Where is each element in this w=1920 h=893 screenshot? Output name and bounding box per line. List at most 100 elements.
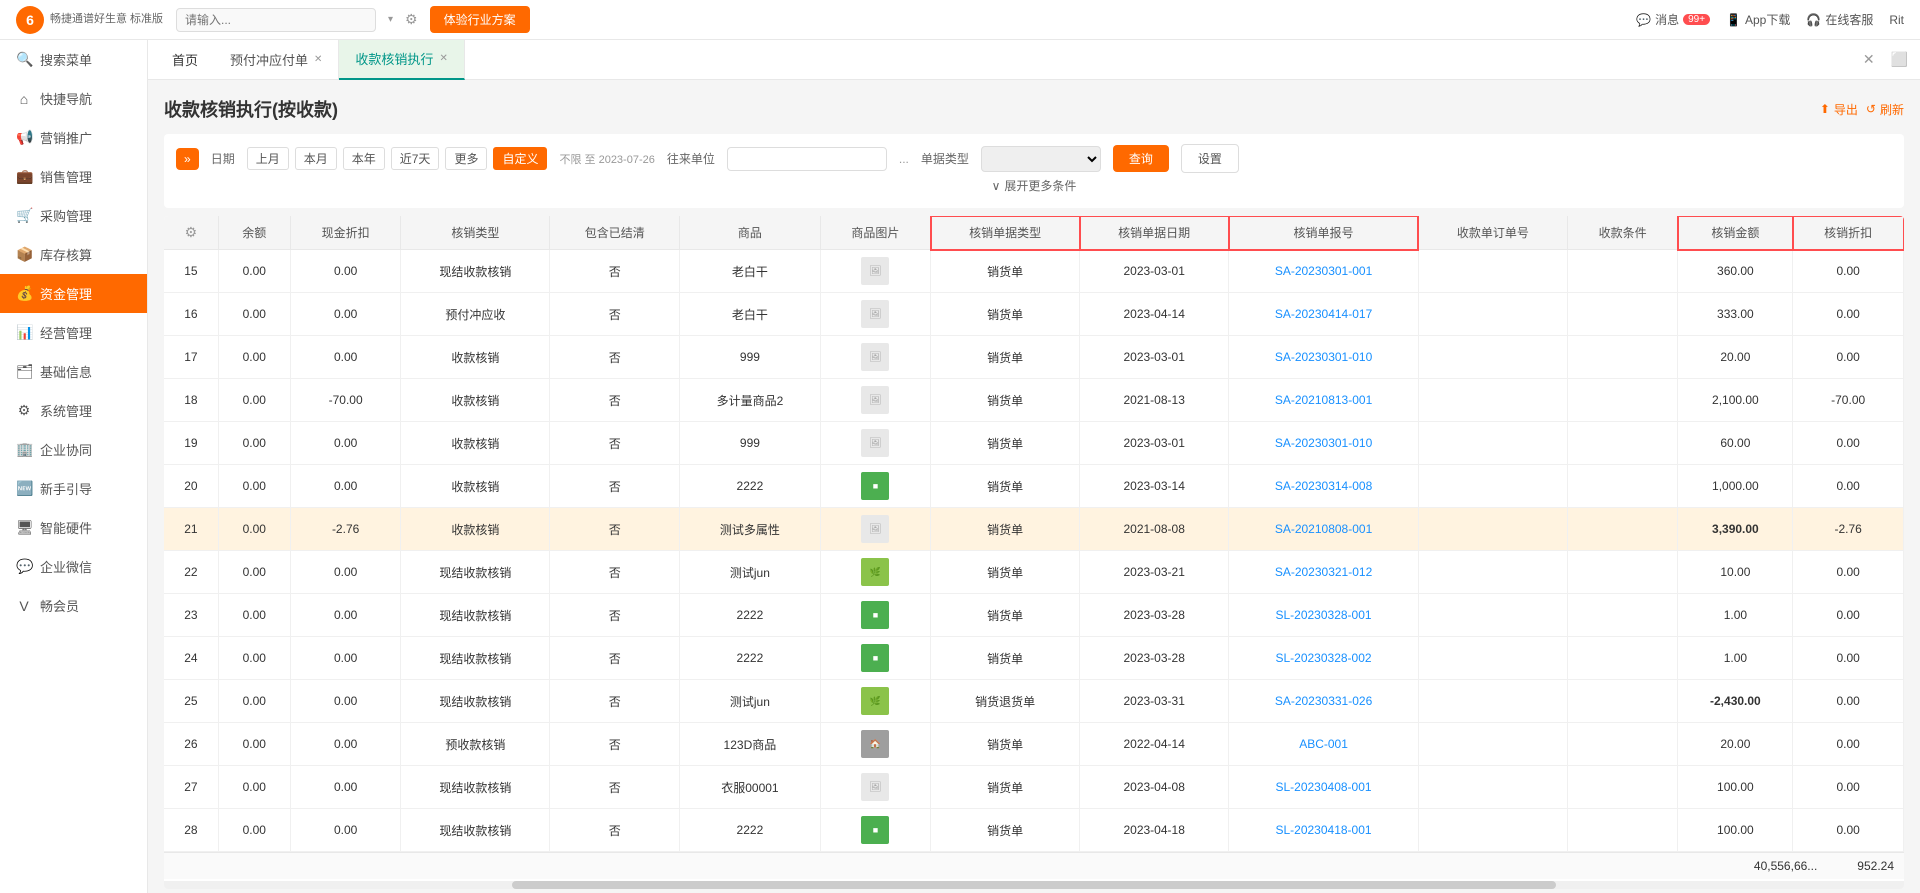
bill-no-link[interactable]: SA-20210808-001 <box>1275 522 1372 536</box>
date-btn-custom[interactable]: 自定义 <box>493 147 547 170</box>
top-bar-center: ▾ ⚙ 体验行业方案 <box>176 6 1624 33</box>
sidebar-label-search-menu: 搜索菜单 <box>40 50 92 69</box>
sidebar-item-purchase[interactable]: 🛒 采购管理 <box>0 196 147 235</box>
query-button[interactable]: 查询 <box>1113 145 1169 172</box>
write-off-discount: 0.00 <box>1793 680 1904 723</box>
inventory-icon: 📦 <box>16 246 32 263</box>
sidebar-item-system[interactable]: ⚙ 系统管理 <box>0 391 147 430</box>
single-type-select[interactable] <box>981 146 1101 172</box>
write-off-discount: 0.00 <box>1793 637 1904 680</box>
expand-conditions-button[interactable]: ∨ 展开更多条件 <box>992 177 1077 194</box>
write-off-bill-type: 销货单 <box>931 809 1080 852</box>
write-off-bill-date: 2023-03-28 <box>1080 637 1229 680</box>
orange-collapse-button[interactable]: » <box>176 148 199 170</box>
write-off-bill-no[interactable]: SL-20230408-001 <box>1229 766 1419 809</box>
from-unit-input[interactable] <box>727 147 887 171</box>
write-off-bill-type: 销货单 <box>931 293 1080 336</box>
write-off-bill-no[interactable]: SA-20230314-008 <box>1229 465 1419 508</box>
write-off-bill-no[interactable]: SA-20230301-010 <box>1229 336 1419 379</box>
sidebar-item-wechat[interactable]: 💬 企业微信 <box>0 547 147 586</box>
balance: 0.00 <box>218 594 290 637</box>
write-off-bill-no[interactable]: SA-20210808-001 <box>1229 508 1419 551</box>
sidebar-item-finance[interactable]: 💰 资金管理 <box>0 274 147 313</box>
maximize-icon[interactable]: ⬜ <box>1887 47 1912 72</box>
date-btn-last-month[interactable]: 上月 <box>247 147 289 170</box>
user-profile-button[interactable]: Rit <box>1889 13 1904 27</box>
write-off-bill-no[interactable]: SA-20230321-012 <box>1229 551 1419 594</box>
sidebar-item-marketing[interactable]: 📢 营销推广 <box>0 118 147 157</box>
sales-icon: 💼 <box>16 168 32 185</box>
close-window-icon[interactable]: ✕ <box>1859 47 1879 72</box>
sidebar-item-base-info[interactable]: 🗂 基础信息 <box>0 352 147 391</box>
receipt-order-no <box>1418 293 1567 336</box>
industry-solution-button[interactable]: 体验行业方案 <box>430 6 530 33</box>
write-off-bill-no[interactable]: SA-20230331-026 <box>1229 680 1419 723</box>
write-off-discount: 0.00 <box>1793 250 1904 293</box>
sidebar-item-guide[interactable]: 🆕 新手引导 <box>0 469 147 508</box>
sidebar-item-hardware[interactable]: 🖥 智能硬件 <box>0 508 147 547</box>
tab-collection-close-icon[interactable]: ✕ <box>439 53 447 64</box>
write-off-bill-no[interactable]: ABC-001 <box>1229 723 1419 766</box>
bill-no-link[interactable]: SL-20230408-001 <box>1275 780 1371 794</box>
row-id: 28 <box>164 809 218 852</box>
write-off-bill-no[interactable]: SA-20230301-001 <box>1229 250 1419 293</box>
tab-home[interactable]: 首页 <box>156 40 214 80</box>
search-input[interactable] <box>176 8 376 32</box>
sidebar-item-enterprise[interactable]: 🏢 企业协同 <box>0 430 147 469</box>
sidebar-item-quick-nav[interactable]: ⌂ 快捷导航 <box>0 79 147 118</box>
write-off-discount: 0.00 <box>1793 422 1904 465</box>
bill-no-link[interactable]: SA-20230414-017 <box>1275 307 1372 321</box>
dropdown-chevron-icon[interactable]: ▾ <box>388 14 393 25</box>
bill-no-link[interactable]: SA-20230301-010 <box>1275 350 1372 364</box>
write-off-bill-no[interactable]: SA-20230414-017 <box>1229 293 1419 336</box>
settings-icon[interactable]: ⚙ <box>405 11 418 28</box>
table-gear-icon[interactable]: ⚙ <box>185 224 198 240</box>
bill-no-link[interactable]: ABC-001 <box>1299 737 1348 751</box>
bill-no-link[interactable]: SA-20230314-008 <box>1275 479 1372 493</box>
bill-no-link[interactable]: SL-20230328-001 <box>1275 608 1371 622</box>
sidebar-item-operations[interactable]: 📊 经营管理 <box>0 313 147 352</box>
write-off-bill-type: 销货单 <box>931 723 1080 766</box>
date-btn-7days[interactable]: 近7天 <box>391 147 440 170</box>
table-scroll-thumb[interactable] <box>512 881 1556 889</box>
tab-prepay[interactable]: 预付冲应付单 ✕ <box>214 40 339 80</box>
balance: 0.00 <box>218 465 290 508</box>
write-off-bill-no[interactable]: SA-20210813-001 <box>1229 379 1419 422</box>
tab-prepay-label: 预付冲应付单 <box>230 50 308 69</box>
online-service-button[interactable]: 🎧 在线客服 <box>1806 11 1873 28</box>
table-settings-button[interactable]: 设置 <box>1181 144 1239 173</box>
sidebar-item-search-menu[interactable]: 🔍 搜索菜单 <box>0 40 147 79</box>
balance: 0.00 <box>218 551 290 594</box>
bill-no-link[interactable]: SA-20230331-026 <box>1275 694 1372 708</box>
tab-collection[interactable]: 收款核销执行 ✕ <box>339 40 464 80</box>
th-settings[interactable]: ⚙ <box>164 216 218 250</box>
bill-no-link[interactable]: SA-20210813-001 <box>1275 393 1372 407</box>
table-row: 190.000.00收款核销否999🖼销货单2023-03-01SA-20230… <box>164 422 1904 465</box>
goods-image: ■ <box>861 644 889 672</box>
export-button[interactable]: ⬆ 导出 <box>1820 101 1858 118</box>
bill-no-link[interactable]: SA-20230301-001 <box>1275 264 1372 278</box>
phone-icon: 📱 <box>1726 13 1741 27</box>
bill-no-link[interactable]: SA-20230321-012 <box>1275 565 1372 579</box>
bill-no-link[interactable]: SL-20230328-002 <box>1275 651 1371 665</box>
table-scroll-bar[interactable] <box>164 881 1904 889</box>
app-download-button[interactable]: 📱 App下载 <box>1726 11 1790 28</box>
date-btn-more[interactable]: 更多 <box>445 147 487 170</box>
sidebar-item-sales[interactable]: 💼 销售管理 <box>0 157 147 196</box>
write-off-bill-date: 2023-03-01 <box>1080 336 1229 379</box>
refresh-button[interactable]: ↺ 刷新 <box>1866 101 1904 118</box>
date-btn-this-year[interactable]: 本年 <box>343 147 385 170</box>
row-id: 25 <box>164 680 218 723</box>
message-button[interactable]: 💬 消息 99+ <box>1636 11 1710 28</box>
sidebar-item-inventory[interactable]: 📦 库存核算 <box>0 235 147 274</box>
write-off-bill-no[interactable]: SL-20230418-001 <box>1229 809 1419 852</box>
bill-no-link[interactable]: SL-20230418-001 <box>1275 823 1371 837</box>
tab-prepay-close-icon[interactable]: ✕ <box>314 54 322 65</box>
bill-no-link[interactable]: SA-20230301-010 <box>1275 436 1372 450</box>
date-btn-this-month[interactable]: 本月 <box>295 147 337 170</box>
write-off-bill-no[interactable]: SA-20230301-010 <box>1229 422 1419 465</box>
sidebar-item-member[interactable]: V 畅会员 <box>0 586 147 625</box>
write-off-bill-no[interactable]: SL-20230328-002 <box>1229 637 1419 680</box>
goods-image-cell: 🖼 <box>820 766 931 809</box>
write-off-bill-no[interactable]: SL-20230328-001 <box>1229 594 1419 637</box>
